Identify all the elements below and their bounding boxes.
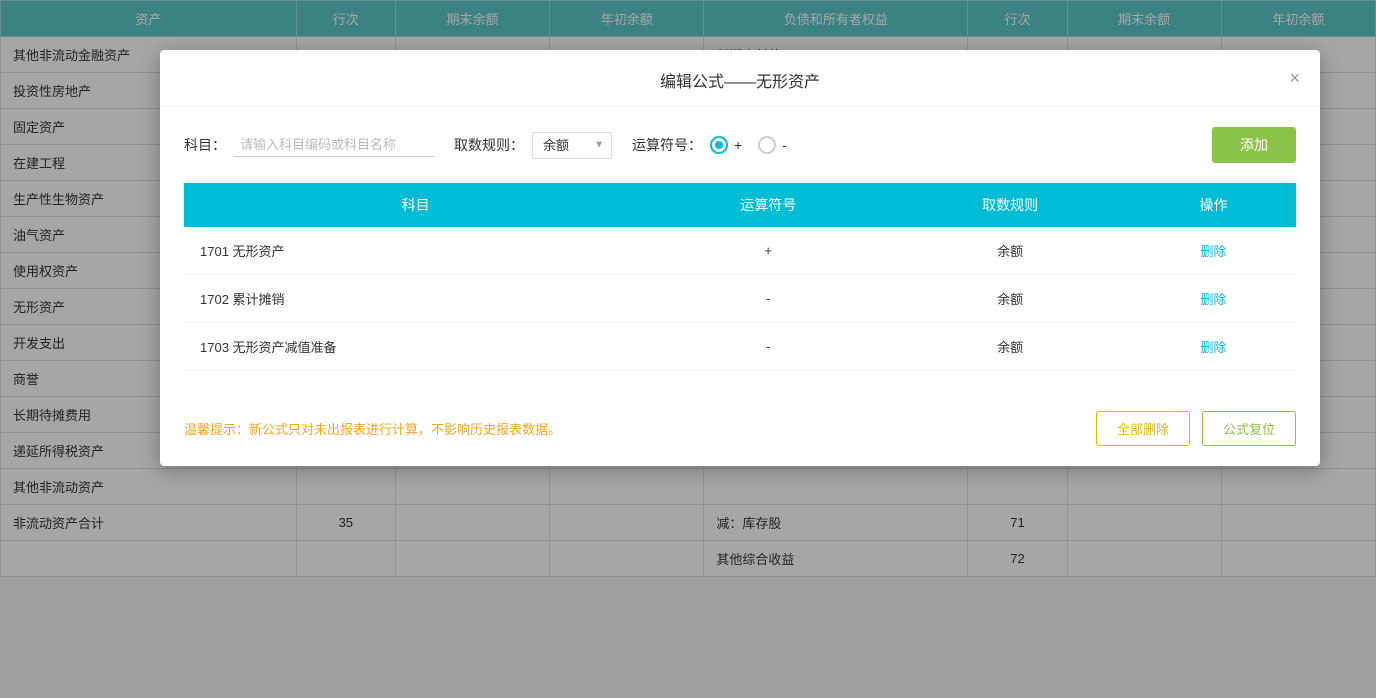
rule-cell: 余额: [889, 323, 1131, 371]
subject-cell: 1701 无形资产: [184, 227, 647, 275]
table-header-row: 科目 运算符号 取数规则 操作: [184, 183, 1296, 227]
action-cell: 删除: [1131, 227, 1296, 275]
modal-title: 编辑公式——无形资产: [660, 68, 820, 92]
subject-input[interactable]: [234, 133, 434, 157]
delete-link[interactable]: 删除: [1201, 244, 1227, 259]
table-row: 1702 累计摊销-余额 删除: [184, 275, 1296, 323]
formula-table: 科目 运算符号 取数规则 操作 1701 无形资产+余额删除1702 累计摊销-…: [184, 183, 1296, 371]
radio-minus[interactable]: -: [758, 136, 787, 154]
operator-cell: -: [647, 323, 889, 371]
operator-label: 运算符号：: [632, 135, 702, 155]
operator-radio-group: + -: [710, 136, 787, 154]
radio-plus-label: +: [734, 137, 742, 153]
modal-body: 科目： 取数规则： 余额 ▼ 运算符号： +: [160, 107, 1320, 411]
subject-cell: 1703 无形资产减值准备: [184, 323, 647, 371]
add-button[interactable]: 添加: [1212, 127, 1296, 163]
table-row: 1701 无形资产+余额 删除: [184, 227, 1296, 275]
rule-field: 取数规则： 余额 ▼: [454, 132, 612, 159]
operator-field: 运算符号： + -: [632, 135, 787, 155]
radio-plus-circle: [710, 136, 728, 154]
form-row: 科目： 取数规则： 余额 ▼ 运算符号： +: [184, 127, 1296, 163]
subject-field: 科目：: [184, 133, 434, 157]
table-header-subject: 科目: [184, 183, 647, 227]
rule-cell: 余额: [889, 275, 1131, 323]
radio-minus-label: -: [782, 137, 787, 153]
modal-header: 编辑公式——无形资产 ×: [160, 50, 1320, 107]
table-header-rule: 取数规则: [889, 183, 1131, 227]
subject-cell: 1702 累计摊销: [184, 275, 647, 323]
table-row: 1703 无形资产减值准备-余额 删除: [184, 323, 1296, 371]
action-cell: 删除: [1131, 275, 1296, 323]
rule-select[interactable]: 余额: [532, 132, 612, 159]
subject-label: 科目：: [184, 135, 226, 155]
operator-cell: -: [647, 275, 889, 323]
delete-link[interactable]: 删除: [1201, 292, 1227, 307]
rule-cell: 余额: [889, 227, 1131, 275]
modal-dialog: 编辑公式——无形资产 × 科目： 取数规则： 余额 ▼ 运算符号：: [160, 50, 1320, 466]
reset-button[interactable]: 公式复位: [1202, 411, 1296, 446]
action-cell: 删除: [1131, 323, 1296, 371]
rule-select-wrapper: 余额 ▼: [532, 132, 612, 159]
modal-footer: 温馨提示：新公式只对未出报表进行计算，不影响历史报表数据。 全部删除 公式复位: [160, 411, 1320, 466]
delete-all-button[interactable]: 全部删除: [1096, 411, 1190, 446]
footer-actions: 全部删除 公式复位: [1096, 411, 1296, 446]
delete-link[interactable]: 删除: [1201, 340, 1227, 355]
radio-plus[interactable]: +: [710, 136, 742, 154]
operator-cell: +: [647, 227, 889, 275]
radio-minus-circle: [758, 136, 776, 154]
modal-close-button[interactable]: ×: [1289, 69, 1300, 87]
footer-tip: 温馨提示：新公式只对未出报表进行计算，不影响历史报表数据。: [184, 419, 561, 438]
rule-label: 取数规则：: [454, 135, 524, 155]
table-header-action: 操作: [1131, 183, 1296, 227]
table-header-operator: 运算符号: [647, 183, 889, 227]
